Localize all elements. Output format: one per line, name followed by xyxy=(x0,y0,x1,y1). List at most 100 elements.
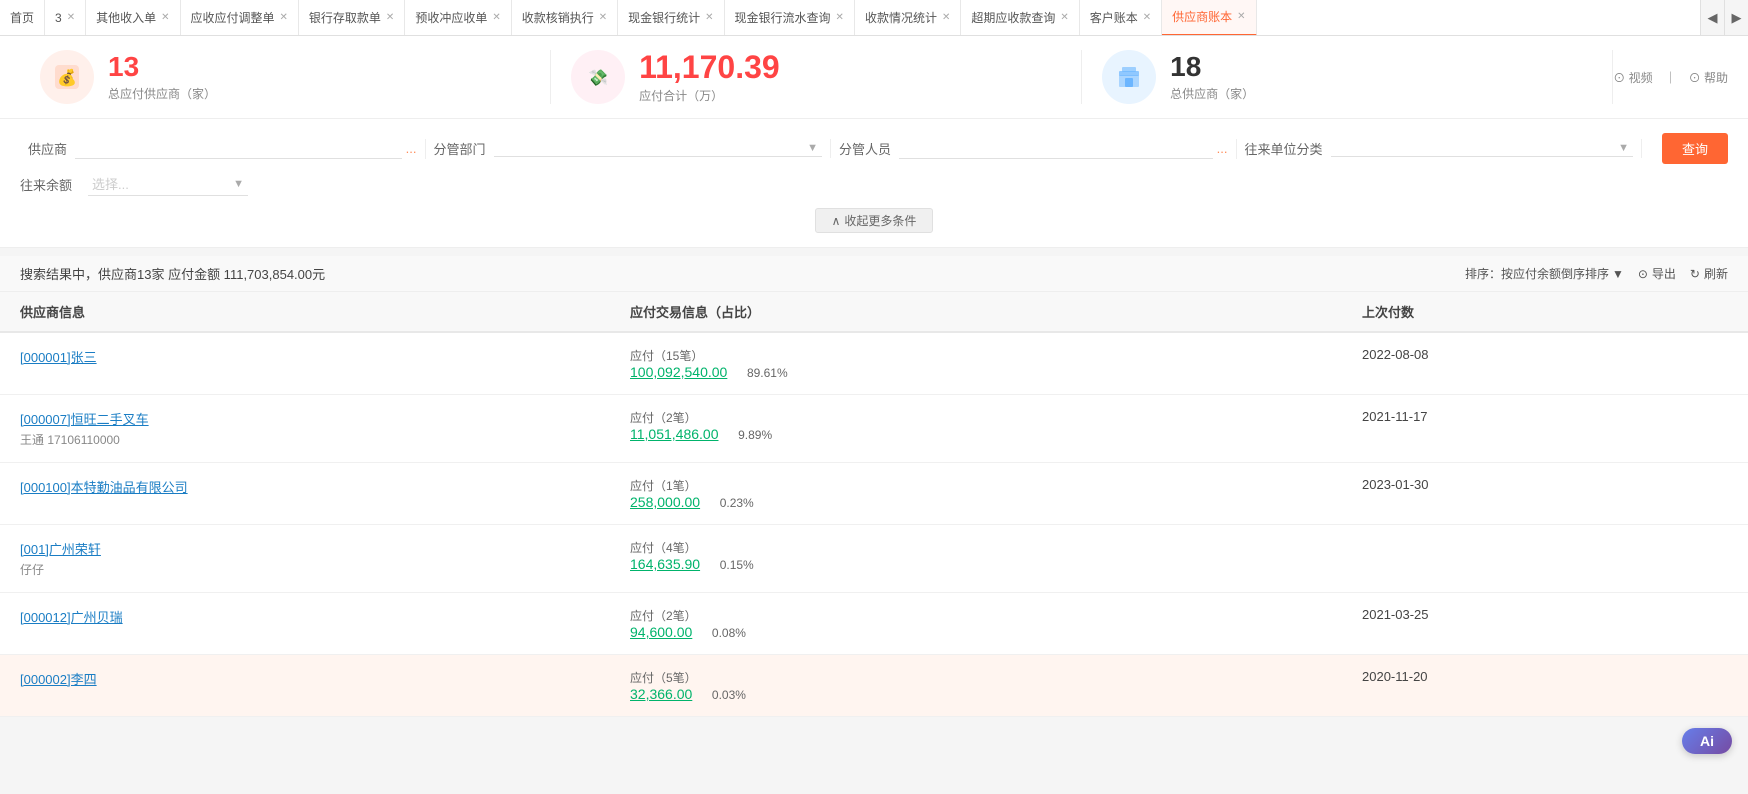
nav-tab-supplier-ledger[interactable]: 供应商账本 ✕ xyxy=(1162,0,1256,36)
trans-amount-4[interactable]: 164,635.90 xyxy=(630,556,700,572)
nav-arrows: ◀ ▶ xyxy=(1700,0,1748,36)
close-tab-3[interactable]: ✕ xyxy=(67,12,75,23)
payable-suppliers-label: 总应付供应商（家） xyxy=(108,85,530,102)
person-input[interactable] xyxy=(899,139,1213,159)
department-chevron-icon: ▼ xyxy=(807,142,818,154)
close-tab-advance-offset[interactable]: ✕ xyxy=(492,12,500,23)
trans-percent-1: 89.61% xyxy=(747,366,788,380)
column-header-supplier: 供应商信息 xyxy=(20,302,630,321)
supplier-name-5: [000012]广州贝瑞 xyxy=(20,607,630,626)
trans-percent-6: 0.03% xyxy=(712,688,746,702)
filter-area: 供应商 ... 分管部门 ▼ 分管人员 ... 往来单位分类 ▼ 查询 xyxy=(0,119,1748,248)
supplier-name-3: [000100]本特勤油品有限公司 xyxy=(20,477,630,496)
nav-tab-cash-bank-stat[interactable]: 现金银行统计 ✕ xyxy=(618,0,724,36)
supplier-name-2: [000007]恒旺二手叉车 xyxy=(20,409,630,428)
trans-label-3: 应付（1笔） xyxy=(630,479,697,493)
person-dots-icon[interactable]: ... xyxy=(1217,141,1228,156)
department-select[interactable]: ▼ xyxy=(494,140,822,157)
trans-amount-3[interactable]: 258,000.00 xyxy=(630,494,700,510)
export-button[interactable]: ⊙ 导出 xyxy=(1638,265,1676,282)
collapse-button[interactable]: ∧ 收起更多条件 xyxy=(815,208,934,233)
close-tab-collection-stat[interactable]: ✕ xyxy=(942,12,950,23)
trans-amount-5[interactable]: 94,600.00 xyxy=(630,624,692,640)
trans-percent-3: 0.23% xyxy=(720,496,754,510)
trans-percent-4: 0.15% xyxy=(720,558,754,572)
close-tab-customer-ledger[interactable]: ✕ xyxy=(1143,12,1151,23)
close-tab-bank-deposit[interactable]: ✕ xyxy=(386,12,394,23)
nav-tab-bank-deposit[interactable]: 银行存取款单 ✕ xyxy=(299,0,405,36)
refresh-button[interactable]: ↻ 刷新 xyxy=(1690,265,1728,282)
help-link[interactable]: ⊙ 帮助 xyxy=(1689,69,1728,86)
balance-label: 往来余额 xyxy=(20,175,72,194)
supplier-link-1[interactable]: [000001]张三 xyxy=(20,350,97,365)
results-bar: 搜索结果中，供应商13家 应付金额 111,703,854.00元 排序：按应付… xyxy=(0,256,1748,292)
sort-select[interactable]: 排序：按应付余额倒序排序 ▼ xyxy=(1465,265,1624,282)
lastpay-col-2: 2021-11-17 xyxy=(1362,409,1728,424)
video-link[interactable]: ⊙ 视频 xyxy=(1613,69,1652,86)
nav-tab-home[interactable]: 首页 xyxy=(0,0,45,36)
pay-date-2: 2021-11-17 xyxy=(1362,409,1428,424)
close-tab-overdue-ar[interactable]: ✕ xyxy=(1060,12,1068,23)
trans-amount-6[interactable]: 32,366.00 xyxy=(630,686,692,702)
ai-badge[interactable]: Ai xyxy=(1682,728,1732,754)
transaction-info-6: 应付（5笔） 32,366.00 0.03% xyxy=(630,669,1362,702)
collapse-chevron-icon: ∧ xyxy=(832,214,841,228)
close-tab-ar-ap-adjust[interactable]: ✕ xyxy=(280,12,288,23)
lastpay-col-1: 2022-08-08 xyxy=(1362,347,1728,362)
table-row: [001]广州荣轩 仔仔 应付（4笔） 164,635.90 0.15% xyxy=(0,525,1748,593)
balance-select[interactable]: 选择... ▼ xyxy=(88,172,248,196)
trans-percent-2: 9.89% xyxy=(738,428,772,442)
supplier-label: 供应商 xyxy=(28,139,67,158)
help-icon: ⊙ xyxy=(1689,71,1701,85)
category-select[interactable]: ▼ xyxy=(1331,140,1633,157)
transaction-col-2: 应付（2笔） 11,051,486.00 9.89% xyxy=(630,409,1362,442)
nav-tab-overdue-ar[interactable]: 超期应收款查询 ✕ xyxy=(961,0,1079,36)
trans-amount-2[interactable]: 11,051,486.00 xyxy=(630,426,719,442)
supplier-name-1: [000001]张三 xyxy=(20,347,630,366)
lastpay-col-6: 2020-11-20 xyxy=(1362,669,1728,684)
supplier-dots-icon[interactable]: ... xyxy=(406,141,417,156)
supplier-col-3: [000100]本特勤油品有限公司 xyxy=(20,477,630,496)
nav-tab-3[interactable]: 3 ✕ xyxy=(45,0,86,36)
table-row: [000007]恒旺二手叉车 王通 17106110000 应付（2笔） 11,… xyxy=(0,395,1748,463)
nav-tab-advance-offset[interactable]: 预收冲应收单 ✕ xyxy=(405,0,511,36)
nav-arrow-right[interactable]: ▶ xyxy=(1724,0,1748,36)
supplier-link-3[interactable]: [000100]本特勤油品有限公司 xyxy=(20,480,188,495)
supplier-col-4: [001]广州荣轩 仔仔 xyxy=(20,539,630,578)
close-tab-cash-bank-stat[interactable]: ✕ xyxy=(705,12,713,23)
nav-tab-customer-ledger[interactable]: 客户账本 ✕ xyxy=(1080,0,1162,36)
export-icon: ⊙ xyxy=(1638,267,1648,281)
nav-tab-cash-flow-query[interactable]: 现金银行流水查询 ✕ xyxy=(725,0,855,36)
supplier-col-5: [000012]广州贝瑞 xyxy=(20,607,630,626)
nav-tab-collection-verify[interactable]: 收款核销执行 ✕ xyxy=(512,0,618,36)
category-label: 往来单位分类 xyxy=(1245,139,1323,158)
supplier-name-6: [000002]李四 xyxy=(20,669,630,688)
total-suppliers-icon xyxy=(1102,50,1156,104)
supplier-link-6[interactable]: [000002]李四 xyxy=(20,672,97,687)
payable-suppliers-number: 13 xyxy=(108,53,530,81)
supplier-input[interactable] xyxy=(75,139,402,159)
filter-balance: 往来余额 选择... ▼ xyxy=(20,172,248,196)
filter-person: 分管人员 ... xyxy=(831,139,1237,159)
trans-label-4: 应付（4笔） xyxy=(630,541,697,555)
supplier-link-2[interactable]: [000007]恒旺二手叉车 xyxy=(20,412,149,427)
close-tab-collection-verify[interactable]: ✕ xyxy=(599,12,607,23)
transaction-col-4: 应付（4笔） 164,635.90 0.15% xyxy=(630,539,1362,572)
trans-amount-1[interactable]: 100,092,540.00 xyxy=(630,364,727,380)
close-tab-other-income[interactable]: ✕ xyxy=(161,12,169,23)
nav-tab-other-income[interactable]: 其他收入单 ✕ xyxy=(86,0,180,36)
search-button[interactable]: 查询 xyxy=(1662,133,1728,164)
filter-row-1: 供应商 ... 分管部门 ▼ 分管人员 ... 往来单位分类 ▼ 查询 xyxy=(20,133,1728,164)
nav-arrow-left[interactable]: ◀ xyxy=(1700,0,1724,36)
supplier-col-1: [000001]张三 xyxy=(20,347,630,366)
close-tab-supplier-ledger[interactable]: ✕ xyxy=(1237,11,1245,22)
nav-tab-ar-ap-adjust[interactable]: 应收应付调整单 ✕ xyxy=(181,0,299,36)
summary-card-total-suppliers: 18 总供应商（家） xyxy=(1082,50,1613,104)
supplier-link-5[interactable]: [000012]广州贝瑞 xyxy=(20,610,123,625)
svg-text:💰: 💰 xyxy=(57,68,77,87)
total-suppliers-number: 18 xyxy=(1170,53,1592,81)
nav-tab-collection-stat[interactable]: 收款情况统计 ✕ xyxy=(855,0,961,36)
table-row: [000012]广州贝瑞 应付（2笔） 94,600.00 0.08% 2021… xyxy=(0,593,1748,655)
close-tab-cash-flow-query[interactable]: ✕ xyxy=(836,12,844,23)
supplier-link-4[interactable]: [001]广州荣轩 xyxy=(20,542,101,557)
